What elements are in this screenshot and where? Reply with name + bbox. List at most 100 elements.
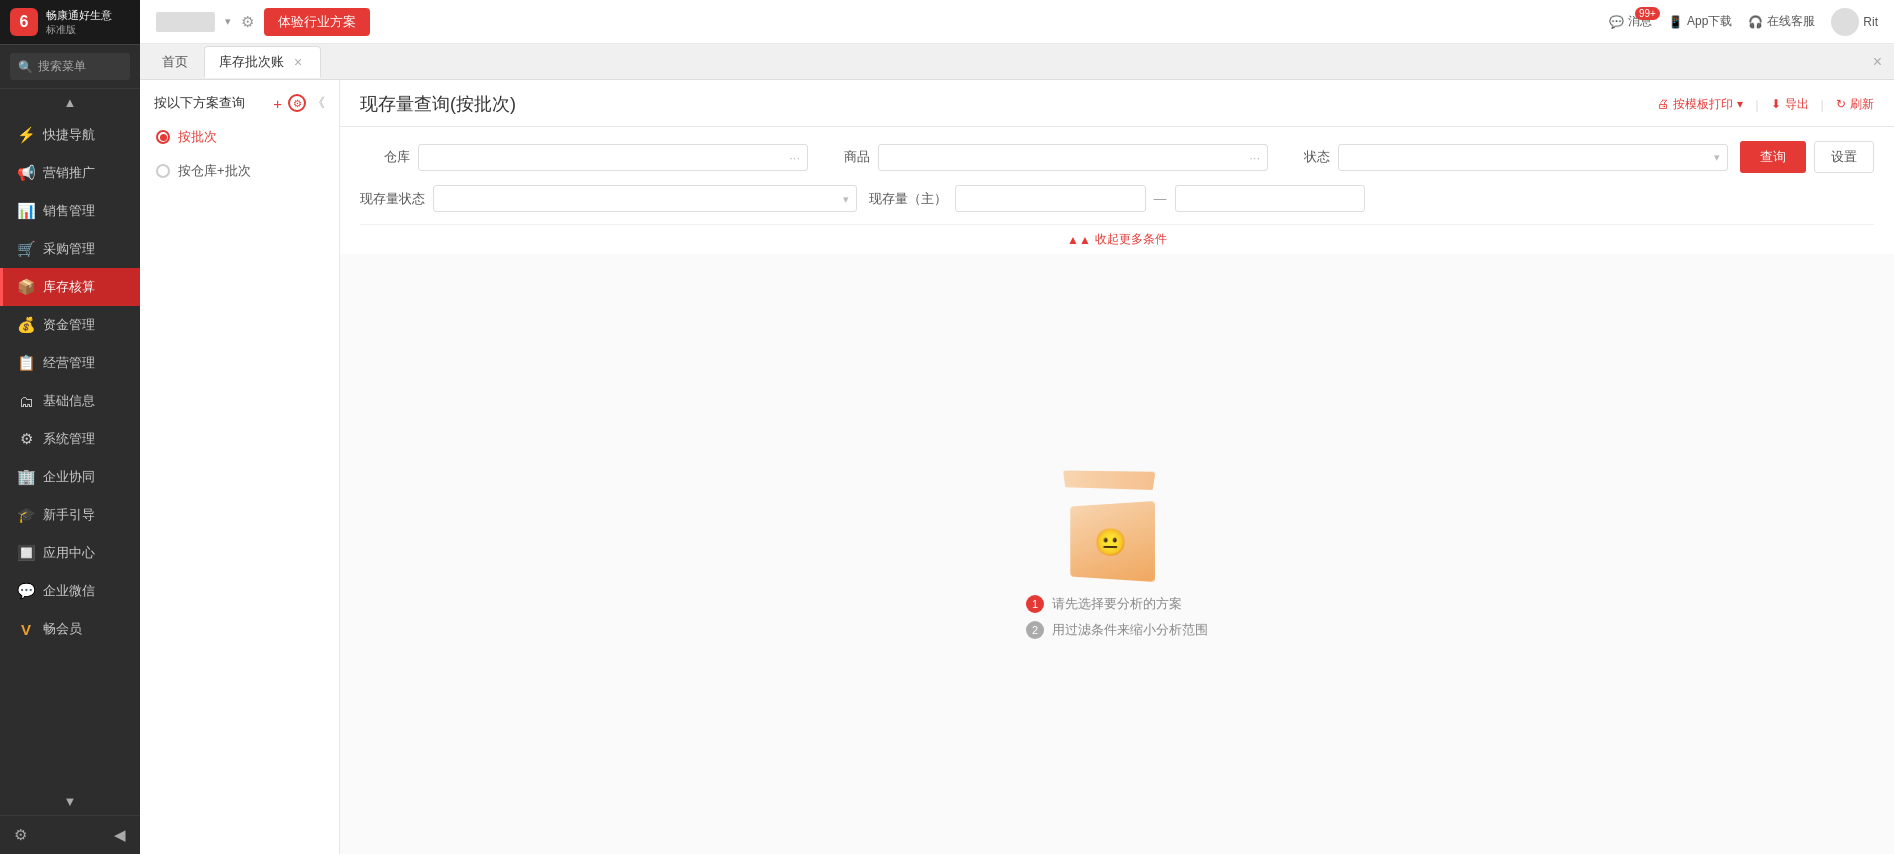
tab-inventory-batch[interactable]: 库存批次账 × — [204, 46, 321, 78]
warehouse-label: 仓库 — [360, 148, 410, 166]
sidebar-item-vip[interactable]: V 畅会员 — [0, 610, 140, 648]
filter-panel-title: 按以下方案查询 — [154, 94, 245, 112]
page-actions: 🖨 按模板打印 ▾ | ⬇ 导出 | ↻ 刷新 — [1657, 96, 1874, 113]
status-field: 状态 ▾ — [1280, 144, 1728, 171]
filter-item-by-batch[interactable]: 按批次 — [140, 120, 339, 154]
empty-illustration: 😐 — [1057, 469, 1177, 579]
tabs-bar: 首页 库存批次账 × × — [140, 44, 1894, 80]
page-title: 现存量查询(按批次) — [360, 92, 516, 116]
sidebar-item-inventory[interactable]: 📦 库存核算 — [0, 268, 140, 306]
enterprise-icon: 🏢 — [17, 468, 35, 486]
filter-radio-by-batch — [156, 130, 170, 144]
filter-panel-header: 按以下方案查询 + ⚙ 《 — [140, 90, 339, 120]
quantity-main-label: 现存量（主） — [869, 190, 947, 208]
close-all-tabs-button[interactable]: × — [1869, 49, 1886, 75]
sidebar-item-wechat[interactable]: 💬 企业微信 — [0, 572, 140, 610]
product-input[interactable] — [878, 144, 1268, 171]
footer-collapse-icon[interactable]: ◀ — [114, 826, 126, 844]
filter-item-by-warehouse-batch[interactable]: 按仓库+批次 — [140, 154, 339, 188]
hint-number-2: 2 — [1026, 621, 1044, 639]
warehouse-input-wrap: ··· — [418, 144, 808, 171]
online-service-button[interactable]: 🎧 在线客服 — [1748, 13, 1815, 30]
status-select-wrap: ▾ — [1338, 144, 1728, 171]
empty-state: 😐 1 请先选择要分析的方案 2 用过滤条件来缩小分析范围 — [340, 254, 1894, 854]
sidebar-item-finance[interactable]: 💰 资金管理 — [0, 306, 140, 344]
inventory-status-select[interactable] — [433, 185, 857, 212]
warehouse-input[interactable] — [418, 144, 808, 171]
main-area: ▾ ⚙ 体验行业方案 💬 消息 99+ 📱 App下载 🎧 在线客服 Rit — [140, 0, 1894, 854]
sidebar-item-operations[interactable]: 📋 经营管理 — [0, 344, 140, 382]
username-label: Rit — [1863, 15, 1878, 29]
product-more-icon[interactable]: ··· — [1249, 150, 1260, 165]
tab-close-button[interactable]: × — [290, 54, 306, 70]
sidebar-item-purchase[interactable]: 🛒 采购管理 — [0, 230, 140, 268]
sidebar-item-quick-nav[interactable]: ⚡ 快捷导航 — [0, 116, 140, 154]
sidebar-item-apps[interactable]: 🔲 应用中心 — [0, 534, 140, 572]
wechat-icon: 💬 — [17, 582, 35, 600]
quantity-to-input[interactable] — [1175, 185, 1366, 212]
filter-add-button[interactable]: + — [273, 95, 282, 112]
quantity-from-wrap — [955, 185, 1146, 212]
collapse-up-icon: ▲▲ — [1067, 233, 1091, 247]
sales-icon: 📊 — [17, 202, 35, 220]
sidebar-scroll-up[interactable]: ▲ — [60, 91, 81, 114]
action-divider-2: | — [1821, 97, 1824, 112]
sidebar-item-sales[interactable]: 📊 销售管理 — [0, 192, 140, 230]
warehouse-more-icon[interactable]: ··· — [789, 150, 800, 165]
messages-button[interactable]: 💬 消息 99+ — [1609, 13, 1652, 30]
sidebar-header: 6 畅康通好生意 标准版 — [0, 0, 140, 45]
apps-icon: 🔲 — [17, 544, 35, 562]
export-button[interactable]: ⬇ 导出 — [1771, 96, 1809, 113]
app-download-icon: 📱 — [1668, 15, 1683, 29]
topbar-left: ▾ ⚙ 体验行业方案 — [156, 8, 1597, 36]
sidebar-nav: ⚡ 快捷导航 📢 营销推广 📊 销售管理 🛒 采购管理 📦 库存核算 💰 资金管… — [0, 116, 140, 788]
product-field: 商品 ··· — [820, 144, 1268, 171]
sidebar-item-enterprise[interactable]: 🏢 企业协同 — [0, 458, 140, 496]
collapse-row[interactable]: ▲▲ 收起更多条件 — [360, 224, 1874, 254]
trial-button[interactable]: 体验行业方案 — [264, 8, 370, 36]
topbar-gear-icon[interactable]: ⚙ — [241, 13, 254, 31]
tab-home[interactable]: 首页 — [148, 47, 202, 77]
inventory-status-select-wrap: ▾ — [433, 185, 857, 212]
quantity-dash: — — [1154, 191, 1167, 206]
app-brand: 畅康通好生意 标准版 — [46, 8, 112, 35]
search-row-1: 仓库 ··· 商品 ··· — [360, 141, 1874, 173]
filter-panel-actions: + ⚙ 《 — [273, 94, 325, 112]
footer-settings-icon[interactable]: ⚙ — [14, 826, 27, 844]
sidebar-item-system[interactable]: ⚙ 系统管理 — [0, 420, 140, 458]
print-button[interactable]: 🖨 按模板打印 ▾ — [1657, 96, 1743, 113]
action-divider-1: | — [1755, 97, 1758, 112]
messages-badge: 99+ — [1635, 7, 1660, 20]
export-icon: ⬇ — [1771, 97, 1781, 111]
topbar-right: 💬 消息 99+ 📱 App下载 🎧 在线客服 Rit — [1609, 8, 1878, 36]
filter-settings-button[interactable]: ⚙ — [288, 94, 306, 112]
filter-collapse-button[interactable]: 《 — [312, 94, 325, 112]
form-action-buttons: 查询 设置 — [1740, 141, 1874, 173]
sidebar-item-marketing[interactable]: 📢 营销推广 — [0, 154, 140, 192]
topbar-dropdown-icon[interactable]: ▾ — [225, 15, 231, 28]
sidebar-item-basics[interactable]: 🗂 基础信息 — [0, 382, 140, 420]
status-select[interactable] — [1338, 144, 1728, 171]
sidebar-search-section: 🔍 搜索菜单 — [0, 45, 140, 89]
status-label: 状态 — [1280, 148, 1330, 166]
quantity-to-wrap — [1175, 185, 1366, 212]
sidebar-scroll-down[interactable]: ▼ — [60, 790, 81, 813]
settings-button[interactable]: 设置 — [1814, 141, 1874, 173]
inventory-icon: 📦 — [17, 278, 35, 296]
user-avatar-area[interactable]: Rit — [1831, 8, 1878, 36]
app-download-button[interactable]: 📱 App下载 — [1668, 13, 1732, 30]
finance-icon: 💰 — [17, 316, 35, 334]
app-logo: 6 — [10, 8, 38, 36]
filter-panel: 按以下方案查询 + ⚙ 《 按批次 按仓库+批次 — [140, 80, 340, 854]
purchase-icon: 🛒 — [17, 240, 35, 258]
content-area: 按以下方案查询 + ⚙ 《 按批次 按仓库+批次 现存量查询(按批次) — [140, 80, 1894, 854]
inventory-status-label: 现存量状态 — [360, 190, 425, 208]
sidebar-item-newbie[interactable]: 🎓 新手引导 — [0, 496, 140, 534]
quantity-from-input[interactable] — [955, 185, 1146, 212]
empty-hint-2: 2 用过滤条件来缩小分析范围 — [1026, 621, 1208, 639]
search-menu-button[interactable]: 🔍 搜索菜单 — [10, 53, 130, 80]
filter-radio-by-warehouse-batch — [156, 164, 170, 178]
newbie-icon: 🎓 — [17, 506, 35, 524]
query-button[interactable]: 查询 — [1740, 141, 1806, 173]
refresh-button[interactable]: ↻ 刷新 — [1836, 96, 1874, 113]
